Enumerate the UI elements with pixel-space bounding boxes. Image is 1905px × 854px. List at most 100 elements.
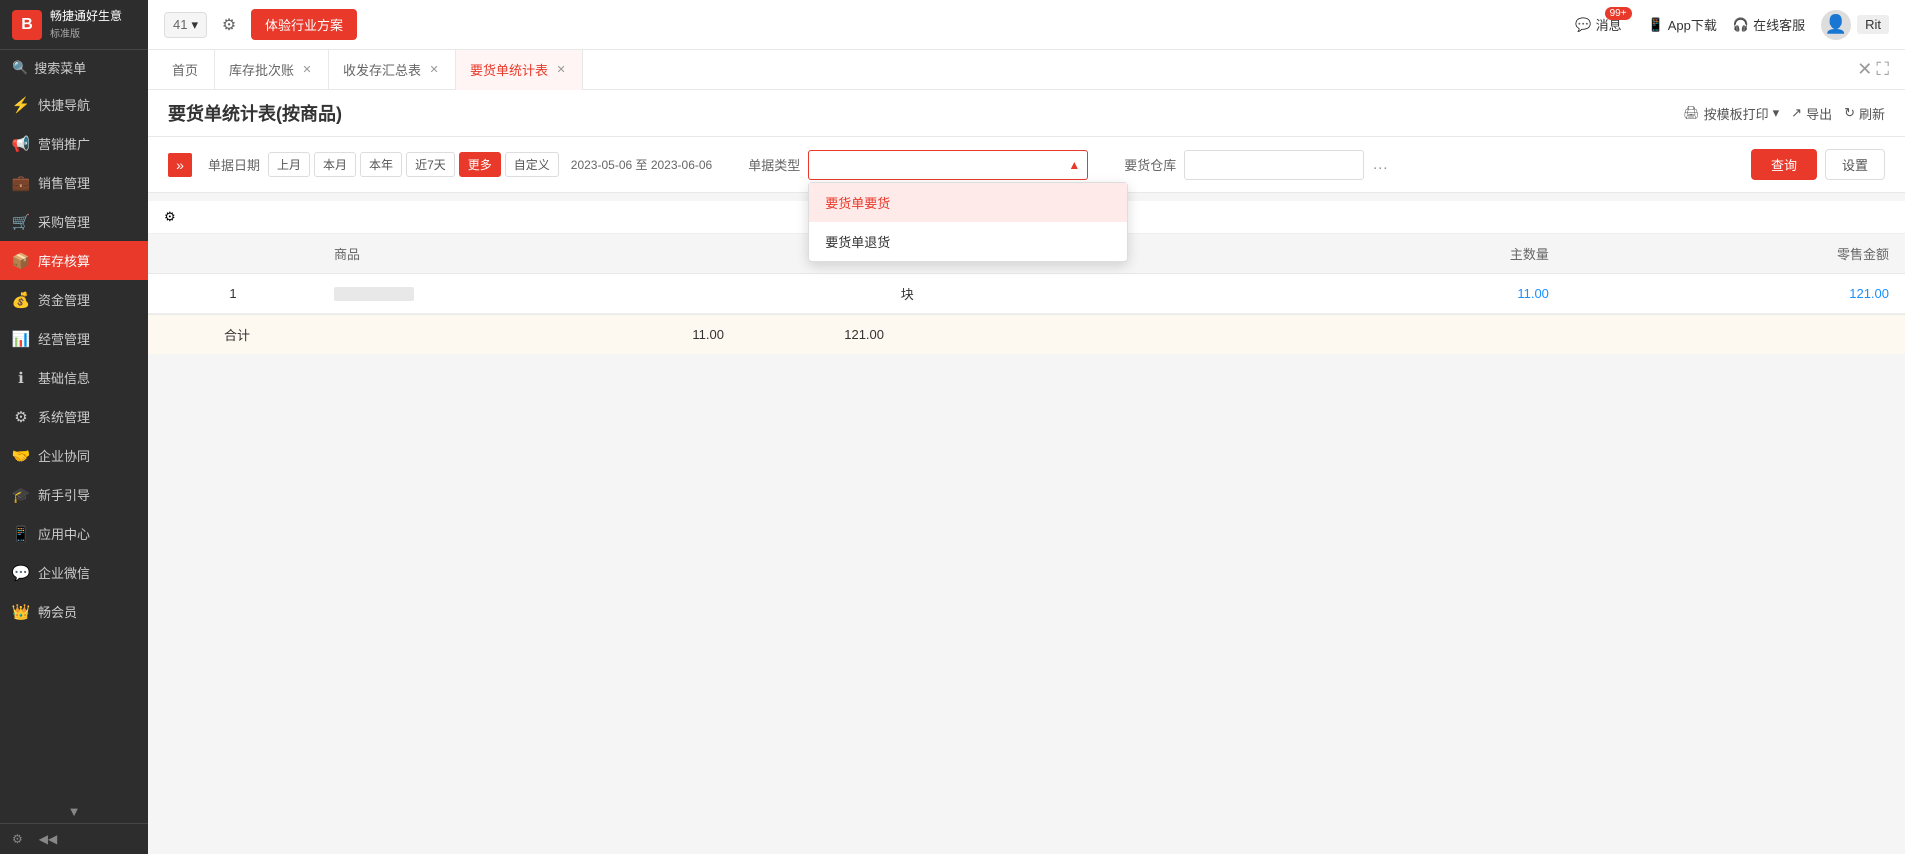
company-selector[interactable]: 41 ▾ [164, 12, 207, 38]
settings-button[interactable]: 设置 [1825, 149, 1885, 180]
cell-seq-0: 1 [148, 274, 318, 314]
filter-actions: 查询 设置 [1751, 149, 1885, 180]
date-btn-4[interactable]: 更多 [459, 152, 501, 177]
sidebar-item-12[interactable]: 💬 企业微信 [0, 553, 148, 592]
nav-label-13: 畅会员 [38, 602, 77, 621]
nav-icon-12: 💬 [12, 564, 30, 582]
tab-close-2[interactable]: ✕ [554, 63, 568, 77]
search-menu[interactable]: 🔍 搜索菜单 [0, 50, 148, 85]
nav-label-3: 采购管理 [38, 212, 90, 231]
nav-icon-4: 📦 [12, 252, 30, 270]
nav-label-6: 经营管理 [38, 329, 90, 348]
query-button[interactable]: 查询 [1751, 149, 1817, 180]
export-icon: ↗ [1791, 105, 1802, 121]
sidebar: B 畅捷通好生意 标准版 🔍 搜索菜单 ⚡快捷导航📢营销推广 💼 销售管理 🛒采购管理… [0, 0, 148, 854]
sidebar-item-1[interactable]: 📢营销推广 [0, 124, 148, 163]
sidebar-item-6[interactable]: 📊经营管理 [0, 319, 148, 358]
close-all-tabs[interactable]: ✕ ⛶ [1849, 59, 1897, 80]
sidebar-item-3[interactable]: 🛒采购管理 [0, 202, 148, 241]
table-settings-icon[interactable]: ⚙ [164, 209, 176, 225]
footer-amount: 121.00 [764, 327, 884, 342]
type-select-input[interactable] [808, 150, 1088, 180]
type-dropdown-menu: 要货单要货要货单退货 [808, 182, 1128, 262]
type-select-arrow[interactable]: ▲ [1068, 158, 1080, 172]
warehouse-input[interactable] [1184, 150, 1364, 180]
date-buttons: 上月本月本年近7天更多自定义 [268, 152, 559, 177]
sidebar-item-8[interactable]: ⚙系统管理 [0, 397, 148, 436]
nav-label-12: 企业微信 [38, 563, 90, 582]
tab-label-0: 库存批次账 [229, 60, 294, 79]
topbar-right: 💬 消息 99+ 📱 App下载 🎧 在线客服 👤 Rit [1575, 10, 1889, 40]
type-option-1[interactable]: 要货单退货 [809, 222, 1127, 261]
tab-0[interactable]: 库存批次账 ✕ [215, 50, 329, 90]
table-footer: 合计 11.00 121.00 [148, 314, 1905, 354]
export-btn[interactable]: ↗ 导出 [1791, 104, 1832, 123]
export-label: 导出 [1806, 104, 1832, 123]
col-product-header: 商品 [318, 234, 885, 274]
search-menu-label: 搜索菜单 [34, 58, 86, 77]
tabs-container: 库存批次账✕收发存汇总表✕要货单统计表✕ [215, 50, 583, 90]
headset-icon: 🎧 [1733, 17, 1749, 33]
nav-label-2: 销售管理 [38, 173, 90, 192]
chevron-down-icon: ▾ [1773, 105, 1780, 121]
date-btn-1[interactable]: 本月 [314, 152, 356, 177]
date-btn-2[interactable]: 本年 [360, 152, 402, 177]
sidebar-item-7[interactable]: ℹ基础信息 [0, 358, 148, 397]
chevron-down-icon: ▾ [191, 17, 198, 33]
refresh-btn[interactable]: ↻ 刷新 [1844, 104, 1885, 123]
cell-qty-0: 11.00 [1225, 274, 1565, 314]
sidebar-nav: ⚡快捷导航📢营销推广 💼 销售管理 🛒采购管理📦库存核算 💰 资金管理 📊经营管理ℹ基础信息… [0, 85, 148, 799]
topbar-left: 41 ▾ ⚙ 体验行业方案 [164, 9, 1563, 40]
sidebar-scroll-down[interactable]: ▼ [0, 799, 148, 823]
sidebar-item-0[interactable]: ⚡快捷导航 [0, 85, 148, 124]
tab-label-2: 要货单统计表 [470, 60, 548, 79]
sidebar-item-10[interactable]: 🎓新手引导 [0, 475, 148, 514]
download-icon: 📱 [1648, 17, 1664, 33]
sidebar-item-5[interactable]: 💰 资金管理 [0, 280, 148, 319]
tab-1[interactable]: 收发存汇总表✕ [329, 50, 456, 90]
page-actions: 🖨 按模板打印 ▾ ↗ 导出 ↻ 刷新 [1683, 104, 1885, 123]
sidebar-item-13[interactable]: 👑畅会员 [0, 592, 148, 631]
date-btn-5[interactable]: 自定义 [505, 152, 559, 177]
app-title-block: 畅捷通好生意 标准版 [50, 9, 122, 40]
sidebar-item-9[interactable]: 🤝企业协同 [0, 436, 148, 475]
sidebar-footer: ⚙ ◀◀ [0, 823, 148, 854]
nav-label-9: 企业协同 [38, 446, 90, 465]
qty-link-0[interactable]: 11.00 [1517, 286, 1549, 301]
page-title: 要货单统计表(按商品) [168, 100, 342, 126]
user-info[interactable]: 👤 Rit [1821, 10, 1889, 40]
message-btn[interactable]: 💬 消息 99+ [1575, 15, 1621, 34]
tab-close-1[interactable]: ✕ [427, 63, 441, 77]
tab-home[interactable]: 首页 [156, 50, 215, 90]
trial-button[interactable]: 体验行业方案 [251, 9, 357, 40]
type-filter-group: 单据类型 ▲ 要货单要货要货单退货 [748, 150, 1088, 180]
sidebar-item-4[interactable]: 📦库存核算 [0, 241, 148, 280]
date-btn-3[interactable]: 近7天 [406, 152, 455, 177]
service-btn[interactable]: 🎧 在线客服 [1733, 15, 1805, 34]
nav-icon-5: 💰 [12, 291, 30, 309]
nav-icon-0: ⚡ [12, 96, 30, 114]
topbar-settings-btn[interactable]: ⚙ [215, 11, 243, 39]
filter-expand-btn[interactable]: » [168, 153, 192, 177]
sidebar-collapse-btn[interactable]: ◀◀ [39, 832, 57, 846]
sidebar-item-11[interactable]: 📱应用中心 [0, 514, 148, 553]
print-btn[interactable]: 🖨 按模板打印 ▾ [1683, 104, 1779, 123]
app-logo: B [12, 10, 42, 40]
warehouse-more-icon[interactable]: … [1372, 156, 1388, 174]
nav-label-8: 系统管理 [38, 407, 90, 426]
nav-icon-2: 💼 [12, 174, 30, 192]
service-label: 在线客服 [1753, 15, 1805, 34]
warehouse-filter-group: 要货仓库 … [1124, 150, 1388, 180]
app-download-btn[interactable]: 📱 App下载 [1648, 15, 1717, 34]
amount-link-0[interactable]: 121.00 [1849, 286, 1889, 301]
sidebar-header: B 畅捷通好生意 标准版 [0, 0, 148, 50]
type-option-0[interactable]: 要货单要货 [809, 183, 1127, 222]
sidebar-item-2[interactable]: 💼 销售管理 [0, 163, 148, 202]
tab-2[interactable]: 要货单统计表 ✕ [456, 50, 583, 90]
tab-close-0[interactable]: ✕ [300, 63, 314, 77]
sidebar-settings-icon[interactable]: ⚙ [12, 832, 23, 846]
nav-label-5: 资金管理 [38, 290, 90, 309]
refresh-label: 刷新 [1859, 104, 1885, 123]
date-btn-0[interactable]: 上月 [268, 152, 310, 177]
col-amount-header: 零售金额 [1565, 234, 1905, 274]
